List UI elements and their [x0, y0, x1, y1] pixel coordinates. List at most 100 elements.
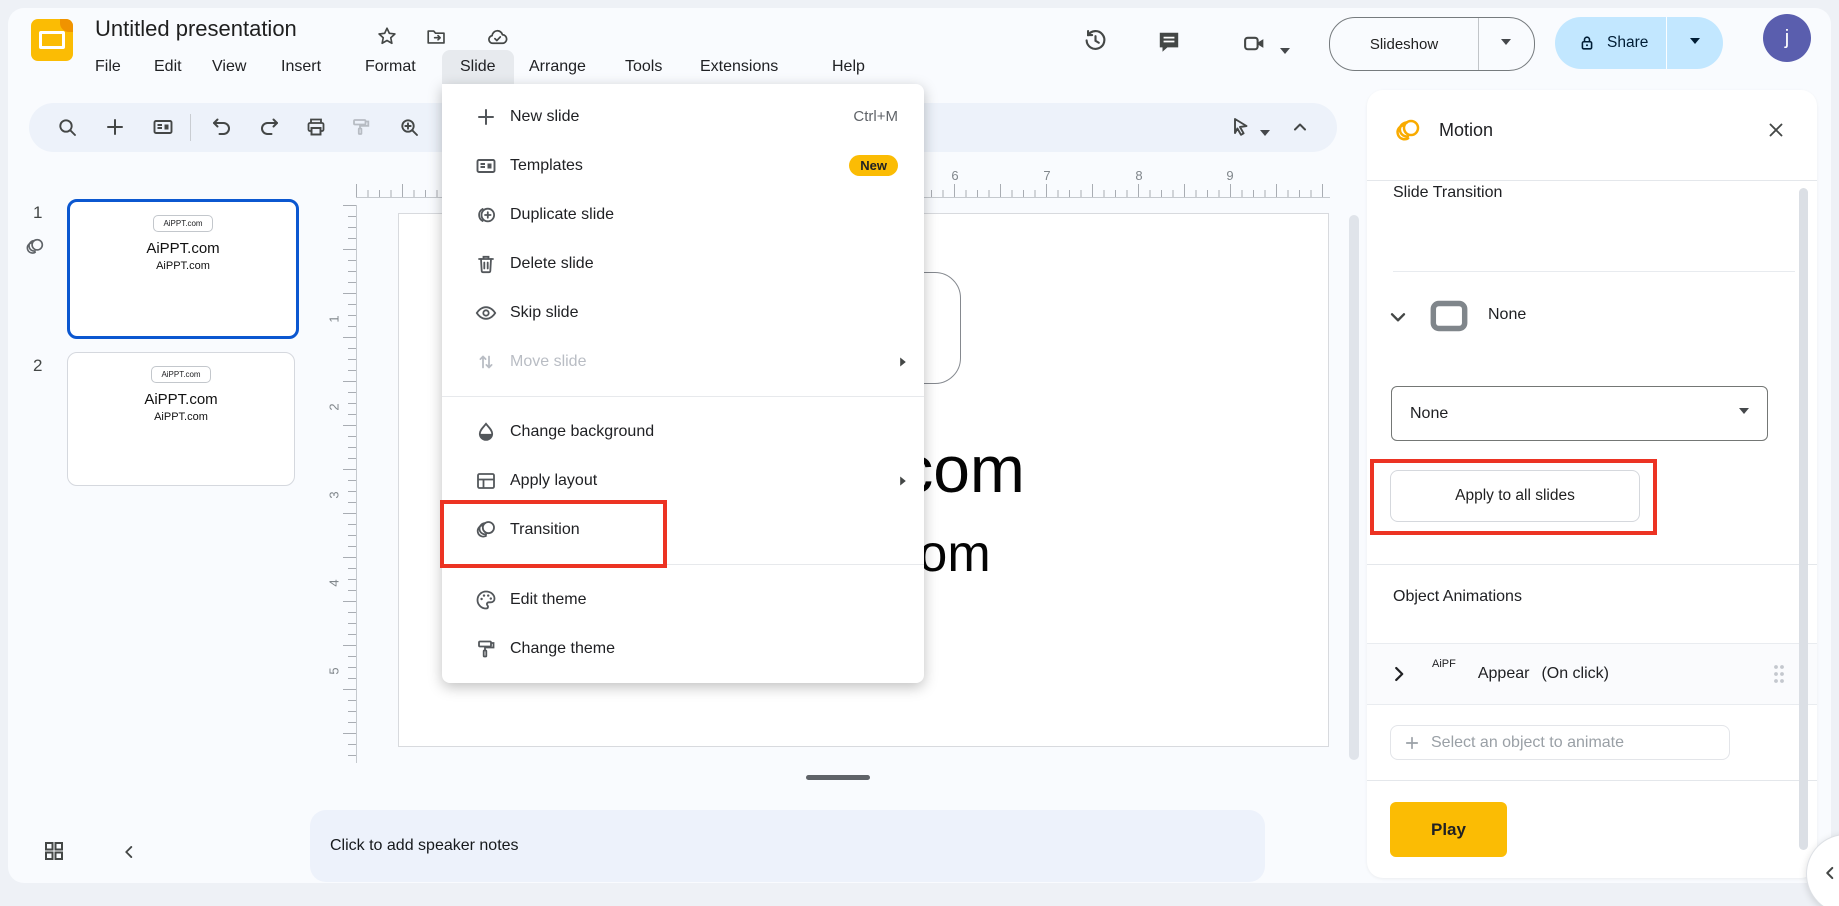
templates-toolbar-icon[interactable]: [151, 115, 175, 139]
palette-icon: [474, 588, 498, 612]
menu-item-skip-slide[interactable]: Skip slide: [442, 288, 924, 337]
close-icon[interactable]: [1765, 119, 1787, 141]
move-to-folder-icon[interactable]: [425, 26, 447, 48]
paint-format-icon[interactable]: [349, 115, 373, 139]
menu-item-apply-layout[interactable]: Apply layout: [442, 456, 924, 505]
speaker-notes-input[interactable]: Click to add speaker notes: [310, 810, 1265, 882]
drag-handle-icon[interactable]: [1771, 661, 1787, 687]
play-button[interactable]: Play: [1390, 802, 1507, 857]
share-caret-icon[interactable]: [1667, 37, 1723, 49]
background-droplet-icon: [474, 420, 498, 444]
redo-icon[interactable]: [257, 115, 281, 139]
eye-icon: [474, 301, 498, 325]
menu-item-templates[interactable]: Templates New: [442, 141, 924, 190]
v-ruler-line: [356, 205, 357, 763]
collapse-filmstrip-icon[interactable]: [118, 841, 140, 863]
menu-item-duplicate-slide[interactable]: Duplicate slide: [442, 190, 924, 239]
slides-logo-icon[interactable]: [31, 19, 73, 61]
plus-icon: [1403, 734, 1421, 752]
collapse-toolbar-icon[interactable]: [1288, 115, 1312, 139]
menu-item-edit-theme[interactable]: Edit theme: [442, 575, 924, 624]
menubar-arrange[interactable]: Arrange: [525, 52, 590, 82]
submenu-arrow-icon: [898, 476, 908, 486]
slide-number: 1: [33, 203, 43, 222]
duplicate-icon: [474, 203, 498, 227]
change-theme-brush-icon: [474, 637, 498, 661]
share-label: Share: [1607, 34, 1649, 51]
v-ruler-label: 1: [326, 315, 342, 323]
slide-number: 2: [33, 356, 43, 375]
select-tool-caret-icon[interactable]: [1260, 130, 1270, 141]
zoom-in-icon[interactable]: [397, 115, 421, 139]
menu-item-move-slide[interactable]: Move slide: [442, 337, 924, 386]
menubar-help[interactable]: Help: [828, 52, 869, 82]
slideshow-button[interactable]: Slideshow: [1329, 17, 1535, 71]
transition-select[interactable]: None: [1391, 386, 1768, 441]
comments-icon[interactable]: [1156, 29, 1182, 55]
menubar-tools[interactable]: Tools: [621, 52, 666, 82]
motion-panel: Motion Slide Transition None None Apply …: [1367, 90, 1817, 878]
layout-icon: [474, 469, 498, 493]
print-icon[interactable]: [304, 115, 328, 139]
animation-row[interactable]: AiPF Appear (On click): [1367, 643, 1817, 705]
chevron-down-icon[interactable]: [1385, 304, 1411, 330]
video-call-icon[interactable]: [1242, 31, 1267, 56]
annotation-box-transition: [440, 500, 667, 568]
logo-inner: [39, 31, 65, 49]
panel-title: Motion: [1439, 120, 1494, 140]
menu-item-delete-slide[interactable]: Delete slide: [442, 239, 924, 288]
google-slides-window: Untitled presentation File Edit View Ins…: [0, 0, 1839, 906]
menu-item-change-background[interactable]: Change background: [442, 407, 924, 456]
menubar-view[interactable]: View: [208, 52, 250, 82]
shortcut-label: Ctrl+M: [853, 108, 898, 125]
slideshow-label: Slideshow: [1369, 35, 1439, 53]
menubar-format[interactable]: Format: [361, 52, 420, 82]
slide-thumbnail-1[interactable]: AiPPT.com AiPPT.com AiPPT.com: [67, 199, 299, 339]
panel-divider: [1367, 564, 1817, 565]
templates-icon: [474, 154, 498, 178]
menubar-insert[interactable]: Insert: [277, 52, 325, 82]
new-slide-icon[interactable]: [103, 115, 127, 139]
menu-item-new-slide[interactable]: New slide Ctrl+M: [442, 92, 924, 141]
slide-menu-dropdown: New slide Ctrl+M Templates New Duplicate…: [442, 84, 924, 683]
object-animations-heading: Object Animations: [1393, 588, 1522, 605]
slide-transition-heading: Slide Transition: [1393, 184, 1503, 201]
animation-name: Appear: [1477, 665, 1530, 682]
menu-separator: [442, 396, 924, 397]
document-title[interactable]: Untitled presentation: [95, 16, 297, 42]
v-ruler-label: 4: [326, 579, 342, 587]
panel-scrollbar[interactable]: [1799, 188, 1808, 850]
share-button[interactable]: Share: [1555, 17, 1723, 69]
menubar-file[interactable]: File: [91, 52, 125, 82]
transition-preview-icon: [1429, 300, 1469, 332]
version-history-icon[interactable]: [1082, 27, 1109, 54]
menu-item-change-theme[interactable]: Change theme: [442, 624, 924, 673]
search-menus-icon[interactable]: [55, 115, 79, 139]
chevron-right-icon[interactable]: [1388, 663, 1410, 685]
avatar[interactable]: j: [1763, 14, 1811, 62]
menubar-edit[interactable]: Edit: [150, 52, 186, 82]
undo-icon[interactable]: [210, 115, 234, 139]
move-up-down-icon: [474, 350, 498, 374]
cloud-saved-icon[interactable]: [486, 26, 509, 49]
h-ruler-label: 6: [951, 168, 959, 183]
grid-view-icon[interactable]: [42, 839, 66, 863]
star-icon[interactable]: [376, 25, 398, 47]
slide-thumbnail-2[interactable]: AiPPT.com AiPPT.com AiPPT.com: [67, 352, 295, 486]
h-ruler-label: 9: [1226, 168, 1234, 183]
thumb-chip: AiPPT.com: [153, 215, 213, 232]
select-object-to-animate[interactable]: Select an object to animate: [1390, 725, 1730, 760]
menubar-extensions[interactable]: Extensions: [696, 52, 782, 82]
slideshow-caret-icon[interactable]: [1479, 38, 1533, 50]
chevron-left-icon: [1819, 862, 1839, 884]
select-caret-icon: [1739, 408, 1749, 419]
lock-icon: [1577, 33, 1597, 53]
video-options-caret-icon[interactable]: [1280, 48, 1290, 59]
h-ruler-label: 7: [1043, 168, 1051, 183]
select-tool-icon[interactable]: [1228, 115, 1252, 139]
notes-resize-handle[interactable]: [806, 775, 870, 780]
thumb-subtitle: AiPPT.com: [156, 260, 210, 272]
canvas-scrollbar[interactable]: [1349, 215, 1359, 760]
panel-divider: [1393, 271, 1795, 272]
menubar-slide[interactable]: Slide: [456, 52, 500, 82]
